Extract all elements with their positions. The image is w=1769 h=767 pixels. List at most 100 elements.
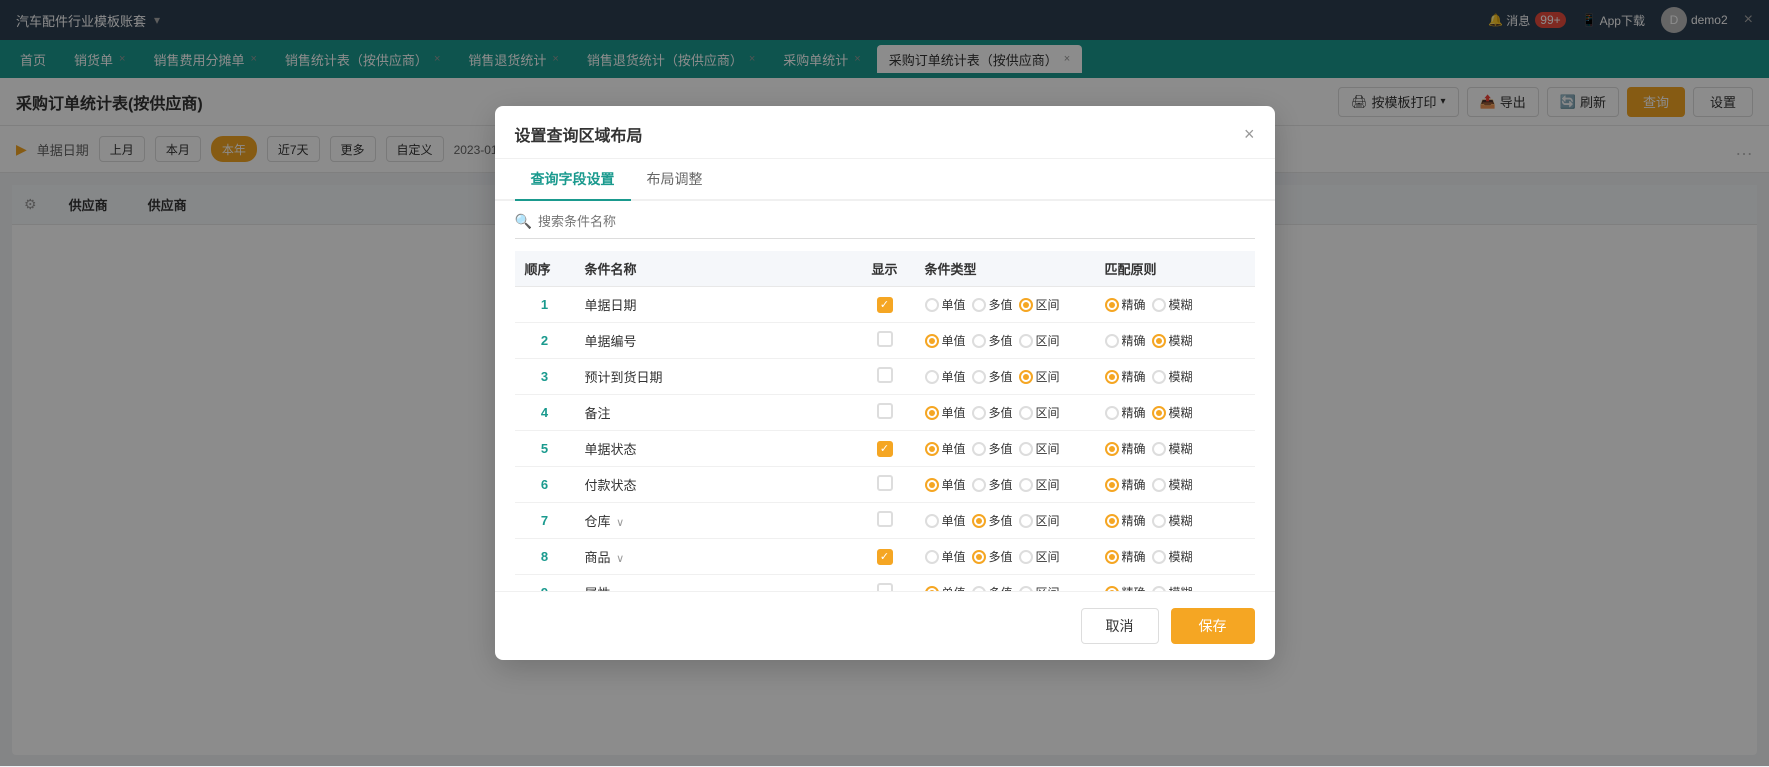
name-dropdown-arrow[interactable]: ∨ (616, 517, 624, 529)
radio-single-circle (925, 406, 939, 420)
cell-display[interactable] (855, 575, 915, 592)
settings-dialog: 设置查询区域布局 × 查询字段设置 布局调整 🔍 顺序 条件名称 (495, 106, 1275, 660)
match-fuzzy[interactable]: 模糊 (1152, 512, 1193, 529)
radio-exact-circle (1105, 370, 1119, 384)
match-radio-group: 精确 模糊 (1105, 512, 1245, 529)
radio-exact-circle (1105, 550, 1119, 564)
cell-display[interactable] (855, 395, 915, 431)
match-fuzzy[interactable]: 模糊 (1152, 548, 1193, 565)
type-multi[interactable]: 多值 (972, 296, 1013, 313)
match-exact[interactable]: 精确 (1105, 404, 1146, 421)
match-exact[interactable]: 精确 (1105, 548, 1146, 565)
match-fuzzy[interactable]: 模糊 (1152, 584, 1193, 591)
type-single[interactable]: 单值 (925, 332, 966, 349)
cell-display[interactable] (855, 467, 915, 503)
type-single[interactable]: 单值 (925, 548, 966, 565)
tab-layout[interactable]: 布局调整 (631, 159, 719, 201)
match-fuzzy[interactable]: 模糊 (1152, 368, 1193, 385)
type-single[interactable]: 单值 (925, 584, 966, 591)
radio-single-circle (925, 334, 939, 348)
match-fuzzy[interactable]: 模糊 (1152, 404, 1193, 421)
type-multi[interactable]: 多值 (972, 512, 1013, 529)
match-exact[interactable]: 精确 (1105, 296, 1146, 313)
search-input[interactable] (538, 214, 1255, 229)
cell-match: 精确 模糊 (1095, 359, 1255, 395)
match-radio-group: 精确 模糊 (1105, 584, 1245, 591)
display-checkbox[interactable] (877, 511, 893, 527)
display-checkbox[interactable] (877, 475, 893, 491)
match-exact[interactable]: 精确 (1105, 584, 1146, 591)
type-multi[interactable]: 多值 (972, 404, 1013, 421)
cell-name: 单据日期 (575, 287, 855, 323)
type-range[interactable]: 区间 (1019, 440, 1060, 457)
type-range[interactable]: 区间 (1019, 404, 1060, 421)
radio-exact-circle (1105, 334, 1119, 348)
type-multi[interactable]: 多值 (972, 548, 1013, 565)
dialog-close-btn[interactable]: × (1244, 125, 1255, 143)
type-radio-group: 单值 多值 区间 (925, 440, 1085, 457)
display-checkbox[interactable] (877, 331, 893, 347)
radio-multi-circle (972, 586, 986, 592)
match-fuzzy[interactable]: 模糊 (1152, 476, 1193, 493)
cell-display[interactable] (855, 359, 915, 395)
cell-match: 精确 模糊 (1095, 539, 1255, 575)
match-fuzzy[interactable]: 模糊 (1152, 332, 1193, 349)
match-radio-group: 精确 模糊 (1105, 548, 1245, 565)
display-checkbox[interactable] (877, 583, 893, 591)
type-single[interactable]: 单值 (925, 296, 966, 313)
type-range[interactable]: 区间 (1019, 584, 1060, 591)
type-range[interactable]: 区间 (1019, 296, 1060, 313)
cell-type: 单值 多值 区间 (915, 395, 1095, 431)
match-fuzzy[interactable]: 模糊 (1152, 296, 1193, 313)
cancel-btn[interactable]: 取消 (1081, 608, 1159, 644)
match-exact[interactable]: 精确 (1105, 368, 1146, 385)
display-checkbox[interactable] (877, 403, 893, 419)
type-range[interactable]: 区间 (1019, 476, 1060, 493)
type-multi[interactable]: 多值 (972, 584, 1013, 591)
display-checkbox[interactable] (877, 297, 893, 313)
type-single[interactable]: 单值 (925, 512, 966, 529)
type-range[interactable]: 区间 (1019, 548, 1060, 565)
cell-display[interactable] (855, 287, 915, 323)
cell-name: 属性 ∨ (575, 575, 855, 592)
cell-order: 5 (515, 431, 575, 467)
tab-query-fields[interactable]: 查询字段设置 (515, 159, 631, 201)
type-range[interactable]: 区间 (1019, 332, 1060, 349)
type-single[interactable]: 单值 (925, 404, 966, 421)
display-checkbox[interactable] (877, 367, 893, 383)
cell-display[interactable] (855, 323, 915, 359)
cell-display[interactable] (855, 503, 915, 539)
match-exact[interactable]: 精确 (1105, 440, 1146, 457)
save-btn[interactable]: 保存 (1171, 608, 1255, 644)
match-exact[interactable]: 精确 (1105, 332, 1146, 349)
display-checkbox[interactable] (877, 441, 893, 457)
radio-single-circle (925, 586, 939, 592)
cell-order: 6 (515, 467, 575, 503)
type-range[interactable]: 区间 (1019, 512, 1060, 529)
cell-match: 精确 模糊 (1095, 431, 1255, 467)
radio-exact-circle (1105, 478, 1119, 492)
type-single[interactable]: 单值 (925, 476, 966, 493)
type-radio-group: 单值 多值 区间 (925, 476, 1085, 493)
type-multi[interactable]: 多值 (972, 440, 1013, 457)
display-checkbox[interactable] (877, 549, 893, 565)
name-dropdown-arrow[interactable]: ∨ (616, 553, 624, 565)
cell-display[interactable] (855, 431, 915, 467)
type-range[interactable]: 区间 (1019, 368, 1060, 385)
type-multi[interactable]: 多值 (972, 368, 1013, 385)
table-row: 2单据编号 单值 多值 区间 精确 (515, 323, 1255, 359)
type-multi[interactable]: 多值 (972, 476, 1013, 493)
match-exact[interactable]: 精确 (1105, 512, 1146, 529)
radio-range-circle (1019, 334, 1033, 348)
radio-fuzzy-circle (1152, 442, 1166, 456)
radio-exact-circle (1105, 514, 1119, 528)
type-single[interactable]: 单值 (925, 440, 966, 457)
radio-multi-circle (972, 370, 986, 384)
type-single[interactable]: 单值 (925, 368, 966, 385)
radio-range-circle (1019, 586, 1033, 592)
match-fuzzy[interactable]: 模糊 (1152, 440, 1193, 457)
cell-display[interactable] (855, 539, 915, 575)
type-multi[interactable]: 多值 (972, 332, 1013, 349)
match-exact[interactable]: 精确 (1105, 476, 1146, 493)
type-radio-group: 单值 多值 区间 (925, 584, 1085, 591)
